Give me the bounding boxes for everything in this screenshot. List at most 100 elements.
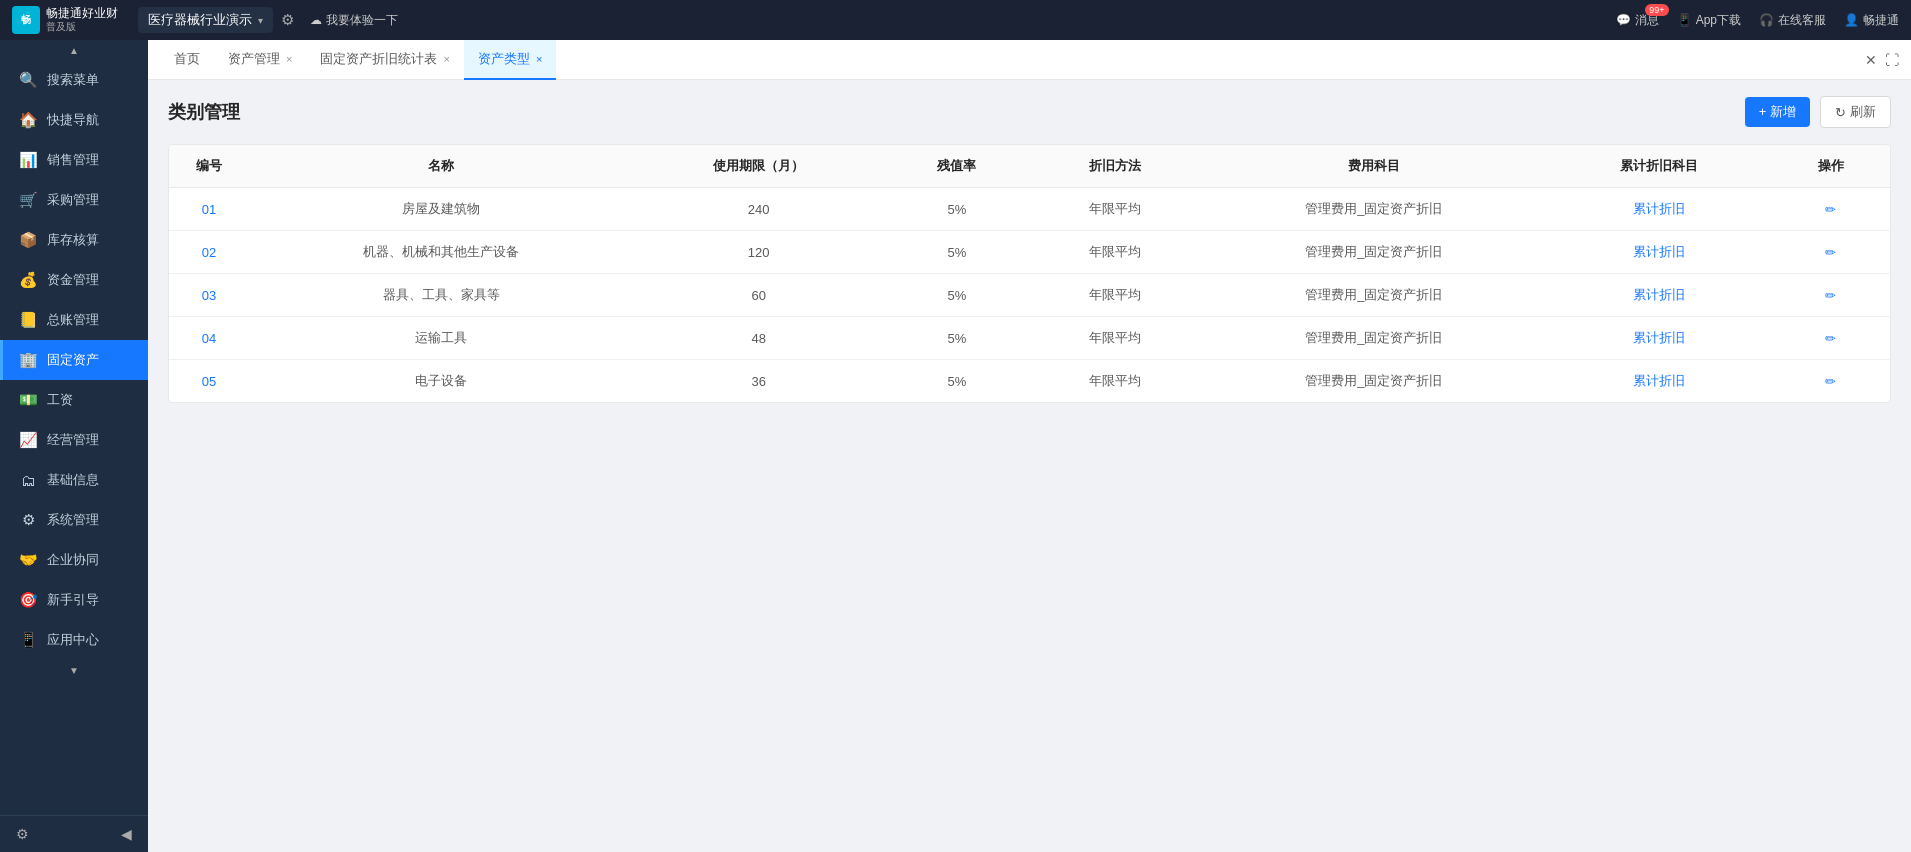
sidebar-item-fixed[interactable]: 🏢 固定资产 [0, 340, 148, 380]
page-title: 类别管理 [168, 100, 240, 124]
topbar: 畅 畅捷通好业财 普及版 医疗器械行业演示 ▾ ⚙ ☁ 我要体验一下 💬 消息 … [0, 0, 1911, 40]
asset-type-table: 编号 名称 使用期限（月） 残值率 折旧方法 费用科目 累计折旧科目 操作 01… [168, 144, 1891, 403]
tab-home-label: 首页 [174, 50, 200, 68]
sidebar-scroll-up[interactable]: ▲ [0, 40, 148, 60]
cloud-icon: ☁ [310, 13, 322, 27]
cell-months: 120 [633, 231, 884, 274]
cell-expense: 管理费用_固定资产折旧 [1201, 274, 1547, 317]
cell-code: 05 [169, 360, 249, 403]
tab-expand-icon[interactable]: ⛶ [1885, 52, 1899, 68]
sidebar-item-payroll[interactable]: 💵 工资 [0, 380, 148, 420]
sidebar-item-search-label: 搜索菜单 [47, 71, 99, 89]
cell-name: 电子设备 [249, 360, 633, 403]
sidebar-item-purchase[interactable]: 🛒 采购管理 [0, 180, 148, 220]
tabbar-right: ✕ ⛶ [1865, 52, 1899, 68]
funds-icon: 💰 [19, 271, 37, 289]
cell-accum: 累计折旧 [1547, 360, 1772, 403]
cell-salvage: 5% [884, 360, 1029, 403]
tab-asset-type-close[interactable]: × [536, 53, 542, 65]
col-method: 折旧方法 [1029, 145, 1201, 188]
cell-action[interactable]: ✏ [1771, 360, 1890, 403]
fixed-assets-icon: 🏢 [19, 351, 37, 369]
cell-action[interactable]: ✏ [1771, 317, 1890, 360]
table-header-row: 编号 名称 使用期限（月） 残值率 折旧方法 费用科目 累计折旧科目 操作 [169, 145, 1890, 188]
gear-icon[interactable]: ⚙ [281, 11, 294, 29]
company-name: 医疗器械行业演示 [148, 11, 252, 29]
ledger-icon: 📒 [19, 311, 37, 329]
tab-depreciation[interactable]: 固定资产折旧统计表 × [306, 40, 463, 80]
chevron-down-icon: ▾ [258, 15, 263, 26]
cell-months: 60 [633, 274, 884, 317]
table-row: 03器具、工具、家具等605%年限平均管理费用_固定资产折旧累计折旧✏ [169, 274, 1890, 317]
cell-action[interactable]: ✏ [1771, 231, 1890, 274]
collapse-icon[interactable]: ◀ [121, 826, 132, 842]
sidebar-item-quicknav[interactable]: 🏠 快捷导航 [0, 100, 148, 140]
sidebar-scroll-down[interactable]: ▼ [0, 660, 148, 680]
app-logo: 畅 畅捷通好业财 普及版 [12, 6, 118, 34]
tab-asset-type[interactable]: 资产类型 × [464, 40, 556, 80]
settings-icon[interactable]: ⚙ [16, 826, 29, 842]
col-months: 使用期限（月） [633, 145, 884, 188]
refresh-button[interactable]: ↻ 刷新 [1820, 96, 1891, 128]
cell-method: 年限平均 [1029, 274, 1201, 317]
tabbar: 首页 资产管理 × 固定资产折旧统计表 × 资产类型 × ✕ ⛶ [148, 40, 1911, 80]
logo-sub: 普及版 [46, 20, 118, 34]
cell-accum: 累计折旧 [1547, 188, 1772, 231]
sidebar-item-system[interactable]: ⚙ 系统管理 [0, 500, 148, 540]
user-label: 畅捷通 [1863, 12, 1899, 29]
tab-close-window-icon[interactable]: ✕ [1865, 52, 1877, 68]
message-btn[interactable]: 💬 消息 99+ [1616, 12, 1659, 29]
app-download-btn[interactable]: 📱 App下载 [1677, 12, 1741, 29]
refresh-icon: ↻ [1835, 105, 1846, 120]
service-btn[interactable]: 🎧 在线客服 [1759, 12, 1826, 29]
cell-method: 年限平均 [1029, 317, 1201, 360]
table-row: 05电子设备365%年限平均管理费用_固定资产折旧累计折旧✏ [169, 360, 1890, 403]
app-download-label: App下载 [1696, 12, 1741, 29]
cell-action[interactable]: ✏ [1771, 274, 1890, 317]
cell-months: 48 [633, 317, 884, 360]
inventory-icon: 📦 [19, 231, 37, 249]
cell-name: 器具、工具、家具等 [249, 274, 633, 317]
tab-asset-mgmt[interactable]: 资产管理 × [214, 40, 306, 80]
sidebar-item-baseinfo[interactable]: 🗂 基础信息 [0, 460, 148, 500]
refresh-label: 刷新 [1850, 103, 1876, 121]
payroll-icon: 💵 [19, 391, 37, 409]
table-row: 01房屋及建筑物2405%年限平均管理费用_固定资产折旧累计折旧✏ [169, 188, 1890, 231]
sidebar-item-sales[interactable]: 📊 销售管理 [0, 140, 148, 180]
cell-expense: 管理费用_固定资产折旧 [1201, 231, 1547, 274]
col-salvage: 残值率 [884, 145, 1029, 188]
tab-home[interactable]: 首页 [160, 40, 214, 80]
appstore-icon: 📱 [19, 631, 37, 649]
sidebar-item-funds[interactable]: 💰 资金管理 [0, 260, 148, 300]
user-btn[interactable]: 👤 畅捷通 [1844, 12, 1899, 29]
sidebar-item-funds-label: 资金管理 [47, 271, 99, 289]
company-selector[interactable]: 医疗器械行业演示 ▾ [138, 7, 273, 33]
sidebar-item-baseinfo-label: 基础信息 [47, 471, 99, 489]
cell-action[interactable]: ✏ [1771, 188, 1890, 231]
cell-method: 年限平均 [1029, 360, 1201, 403]
cell-code: 04 [169, 317, 249, 360]
table-row: 04运输工具485%年限平均管理费用_固定资产折旧累计折旧✏ [169, 317, 1890, 360]
new-button[interactable]: + 新增 [1745, 97, 1810, 127]
sidebar-item-enterprise[interactable]: 🤝 企业协同 [0, 540, 148, 580]
sidebar-item-inventory[interactable]: 📦 库存核算 [0, 220, 148, 260]
page-content: 类别管理 + 新增 ↻ 刷新 编号 名称 使用期限（月） [148, 80, 1911, 852]
col-expense: 费用科目 [1201, 145, 1547, 188]
sidebar-item-system-label: 系统管理 [47, 511, 99, 529]
sidebar-item-quicknav-label: 快捷导航 [47, 111, 99, 129]
sidebar-item-appstore[interactable]: 📱 应用中心 [0, 620, 148, 660]
cell-method: 年限平均 [1029, 188, 1201, 231]
sidebar-item-operations[interactable]: 📈 经营管理 [0, 420, 148, 460]
sidebar-item-search[interactable]: 🔍 搜索菜单 [0, 60, 148, 100]
purchase-icon: 🛒 [19, 191, 37, 209]
sidebar-item-enterprise-label: 企业协同 [47, 551, 99, 569]
tab-asset-mgmt-close[interactable]: × [286, 53, 292, 65]
tab-depreciation-label: 固定资产折旧统计表 [320, 50, 437, 68]
sidebar-item-guide[interactable]: 🎯 新手引导 [0, 580, 148, 620]
cell-name: 房屋及建筑物 [249, 188, 633, 231]
sidebar-item-appstore-label: 应用中心 [47, 631, 99, 649]
sidebar-item-ledger[interactable]: 📒 总账管理 [0, 300, 148, 340]
cell-expense: 管理费用_固定资产折旧 [1201, 188, 1547, 231]
experience-btn[interactable]: ☁ 我要体验一下 [310, 12, 398, 29]
tab-depreciation-close[interactable]: × [443, 53, 449, 65]
